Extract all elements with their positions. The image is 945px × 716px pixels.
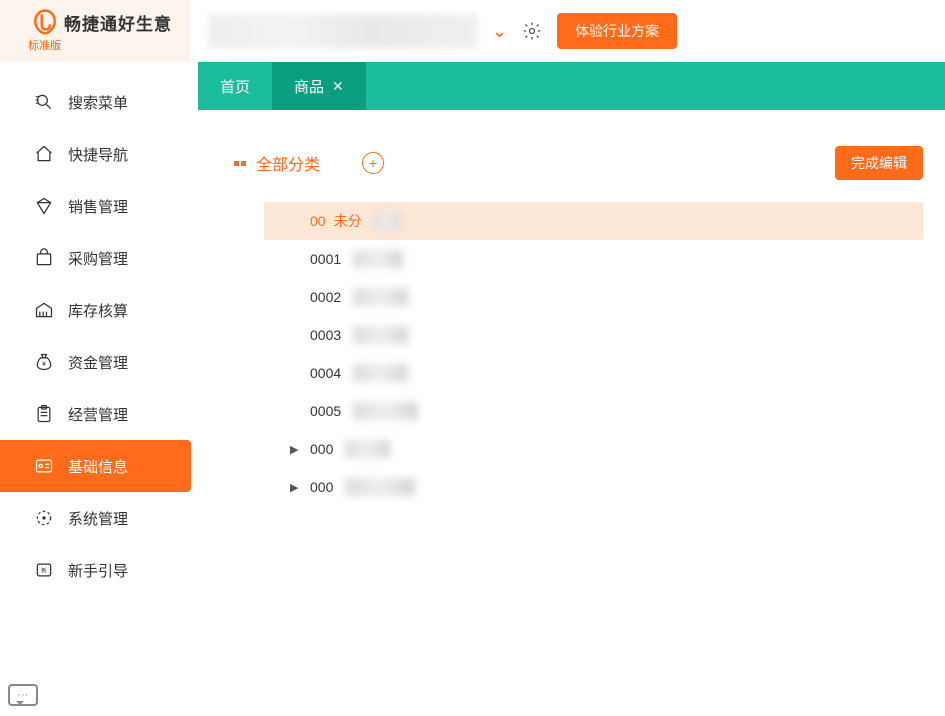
home-icon: [34, 144, 54, 164]
expand-caret-icon[interactable]: ▶: [290, 481, 302, 494]
sidebar-item-label: 资金管理: [68, 352, 128, 373]
redacted-text: [353, 364, 408, 382]
tree-node[interactable]: 0005: [264, 392, 923, 430]
tree-node[interactable]: ▶ 000: [264, 468, 923, 506]
tree-node-code: 0001: [310, 251, 341, 267]
redacted-text: [345, 440, 390, 458]
dotted-circle-icon: [34, 508, 54, 528]
search-icon: [34, 92, 54, 112]
sidebar-item-label: 库存核算: [68, 300, 128, 321]
sidebar: 搜索菜单 快捷导航 销售管理 采购管理 库存核算 ¥ 资金管理 经营管理 基础信…: [0, 62, 190, 716]
tab-label: 首页: [220, 76, 250, 97]
sidebar-item-label: 系统管理: [68, 508, 128, 529]
sidebar-item-system[interactable]: 系统管理: [0, 492, 190, 544]
category-tree: 00 未分 0001 0002 0003 0004 0005: [220, 202, 923, 506]
brand-name: 畅捷通好生意: [64, 10, 172, 35]
brand-area: 畅捷通好生意 标准版: [0, 0, 190, 62]
sidebar-item-label: 搜索菜单: [68, 92, 128, 113]
redacted-text: [353, 288, 408, 306]
sidebar-item-inventory[interactable]: 库存核算: [0, 284, 190, 336]
brand-edition: 标准版: [28, 37, 61, 53]
tree-node-code: 000: [310, 441, 333, 457]
tree-node-label: 未分: [334, 211, 362, 231]
sidebar-item-purchase[interactable]: 采购管理: [0, 232, 190, 284]
sidebar-item-quicknav[interactable]: 快捷导航: [0, 128, 190, 180]
tab-label: 商品: [294, 76, 324, 97]
tree-node[interactable]: 0004: [264, 354, 923, 392]
tree-node-code: 0004: [310, 365, 341, 381]
sidebar-item-search[interactable]: 搜索菜单: [0, 76, 190, 128]
tree-node[interactable]: 0003: [264, 316, 923, 354]
all-categories-label: 全部分类: [256, 151, 320, 175]
grid-icon: [234, 161, 246, 166]
close-icon[interactable]: ✕: [332, 78, 344, 95]
warehouse-icon: [34, 300, 54, 320]
tree-node[interactable]: 0002: [264, 278, 923, 316]
redacted-text: [353, 402, 418, 420]
company-selector-redacted[interactable]: [208, 14, 478, 48]
tree-node-code: 0005: [310, 403, 341, 419]
redacted-text: [374, 212, 400, 230]
sidebar-item-label: 销售管理: [68, 196, 128, 217]
header-mid: ⌄ 体验行业方案: [190, 13, 945, 49]
tab-product[interactable]: 商品 ✕: [272, 62, 366, 110]
sidebar-item-label: 新手引导: [68, 560, 128, 581]
app-header: 畅捷通好生意 标准版 ⌄ 体验行业方案: [0, 0, 945, 62]
sidebar-item-label: 基础信息: [68, 456, 128, 477]
add-category-button[interactable]: +: [362, 152, 384, 174]
brand-logo-icon: [32, 9, 58, 35]
main-panel: 全部分类 + 完成编辑 00 未分 0001 0002 0003 0: [198, 110, 945, 716]
svg-text:新: 新: [41, 567, 47, 575]
sidebar-item-basedata[interactable]: 基础信息: [0, 440, 191, 492]
category-header: 全部分类 + 完成编辑: [220, 146, 923, 180]
sidebar-item-guide[interactable]: 新 新手引导: [0, 544, 190, 596]
sidebar-item-label: 采购管理: [68, 248, 128, 269]
sidebar-item-label: 快捷导航: [68, 144, 128, 165]
sidebar-item-finance[interactable]: ¥ 资金管理: [0, 336, 190, 388]
new-badge-icon: 新: [34, 560, 54, 580]
tree-node-code: 0003: [310, 327, 341, 343]
card-icon: [34, 456, 54, 476]
clipboard-icon: [34, 404, 54, 424]
tree-node[interactable]: 00 未分: [264, 202, 923, 240]
tree-node[interactable]: ▶ 000: [264, 430, 923, 468]
redacted-text: [353, 326, 408, 344]
tab-home[interactable]: 首页: [198, 62, 272, 110]
all-categories[interactable]: 全部分类 +: [234, 151, 384, 175]
chevron-down-icon[interactable]: ⌄: [492, 21, 507, 42]
industry-cta-button[interactable]: 体验行业方案: [557, 13, 677, 49]
tabs-bar: 首页 商品 ✕: [198, 62, 945, 110]
finish-edit-button[interactable]: 完成编辑: [835, 146, 923, 180]
tree-node-code: 00: [310, 213, 326, 229]
diamond-icon: [34, 196, 54, 216]
bag-icon: [34, 248, 54, 268]
tree-node-code: 000: [310, 479, 333, 495]
moneybag-icon: ¥: [34, 352, 54, 372]
tree-node-code: 0002: [310, 289, 341, 305]
redacted-text: [353, 250, 403, 268]
feedback-icon[interactable]: ···: [8, 684, 38, 706]
expand-caret-icon[interactable]: ▶: [290, 443, 302, 456]
sidebar-item-operations[interactable]: 经营管理: [0, 388, 190, 440]
svg-text:¥: ¥: [42, 361, 46, 368]
gear-icon[interactable]: [521, 20, 543, 42]
sidebar-item-label: 经营管理: [68, 404, 128, 425]
tree-node[interactable]: 0001: [264, 240, 923, 278]
sidebar-item-sales[interactable]: 销售管理: [0, 180, 190, 232]
redacted-text: [345, 478, 415, 496]
